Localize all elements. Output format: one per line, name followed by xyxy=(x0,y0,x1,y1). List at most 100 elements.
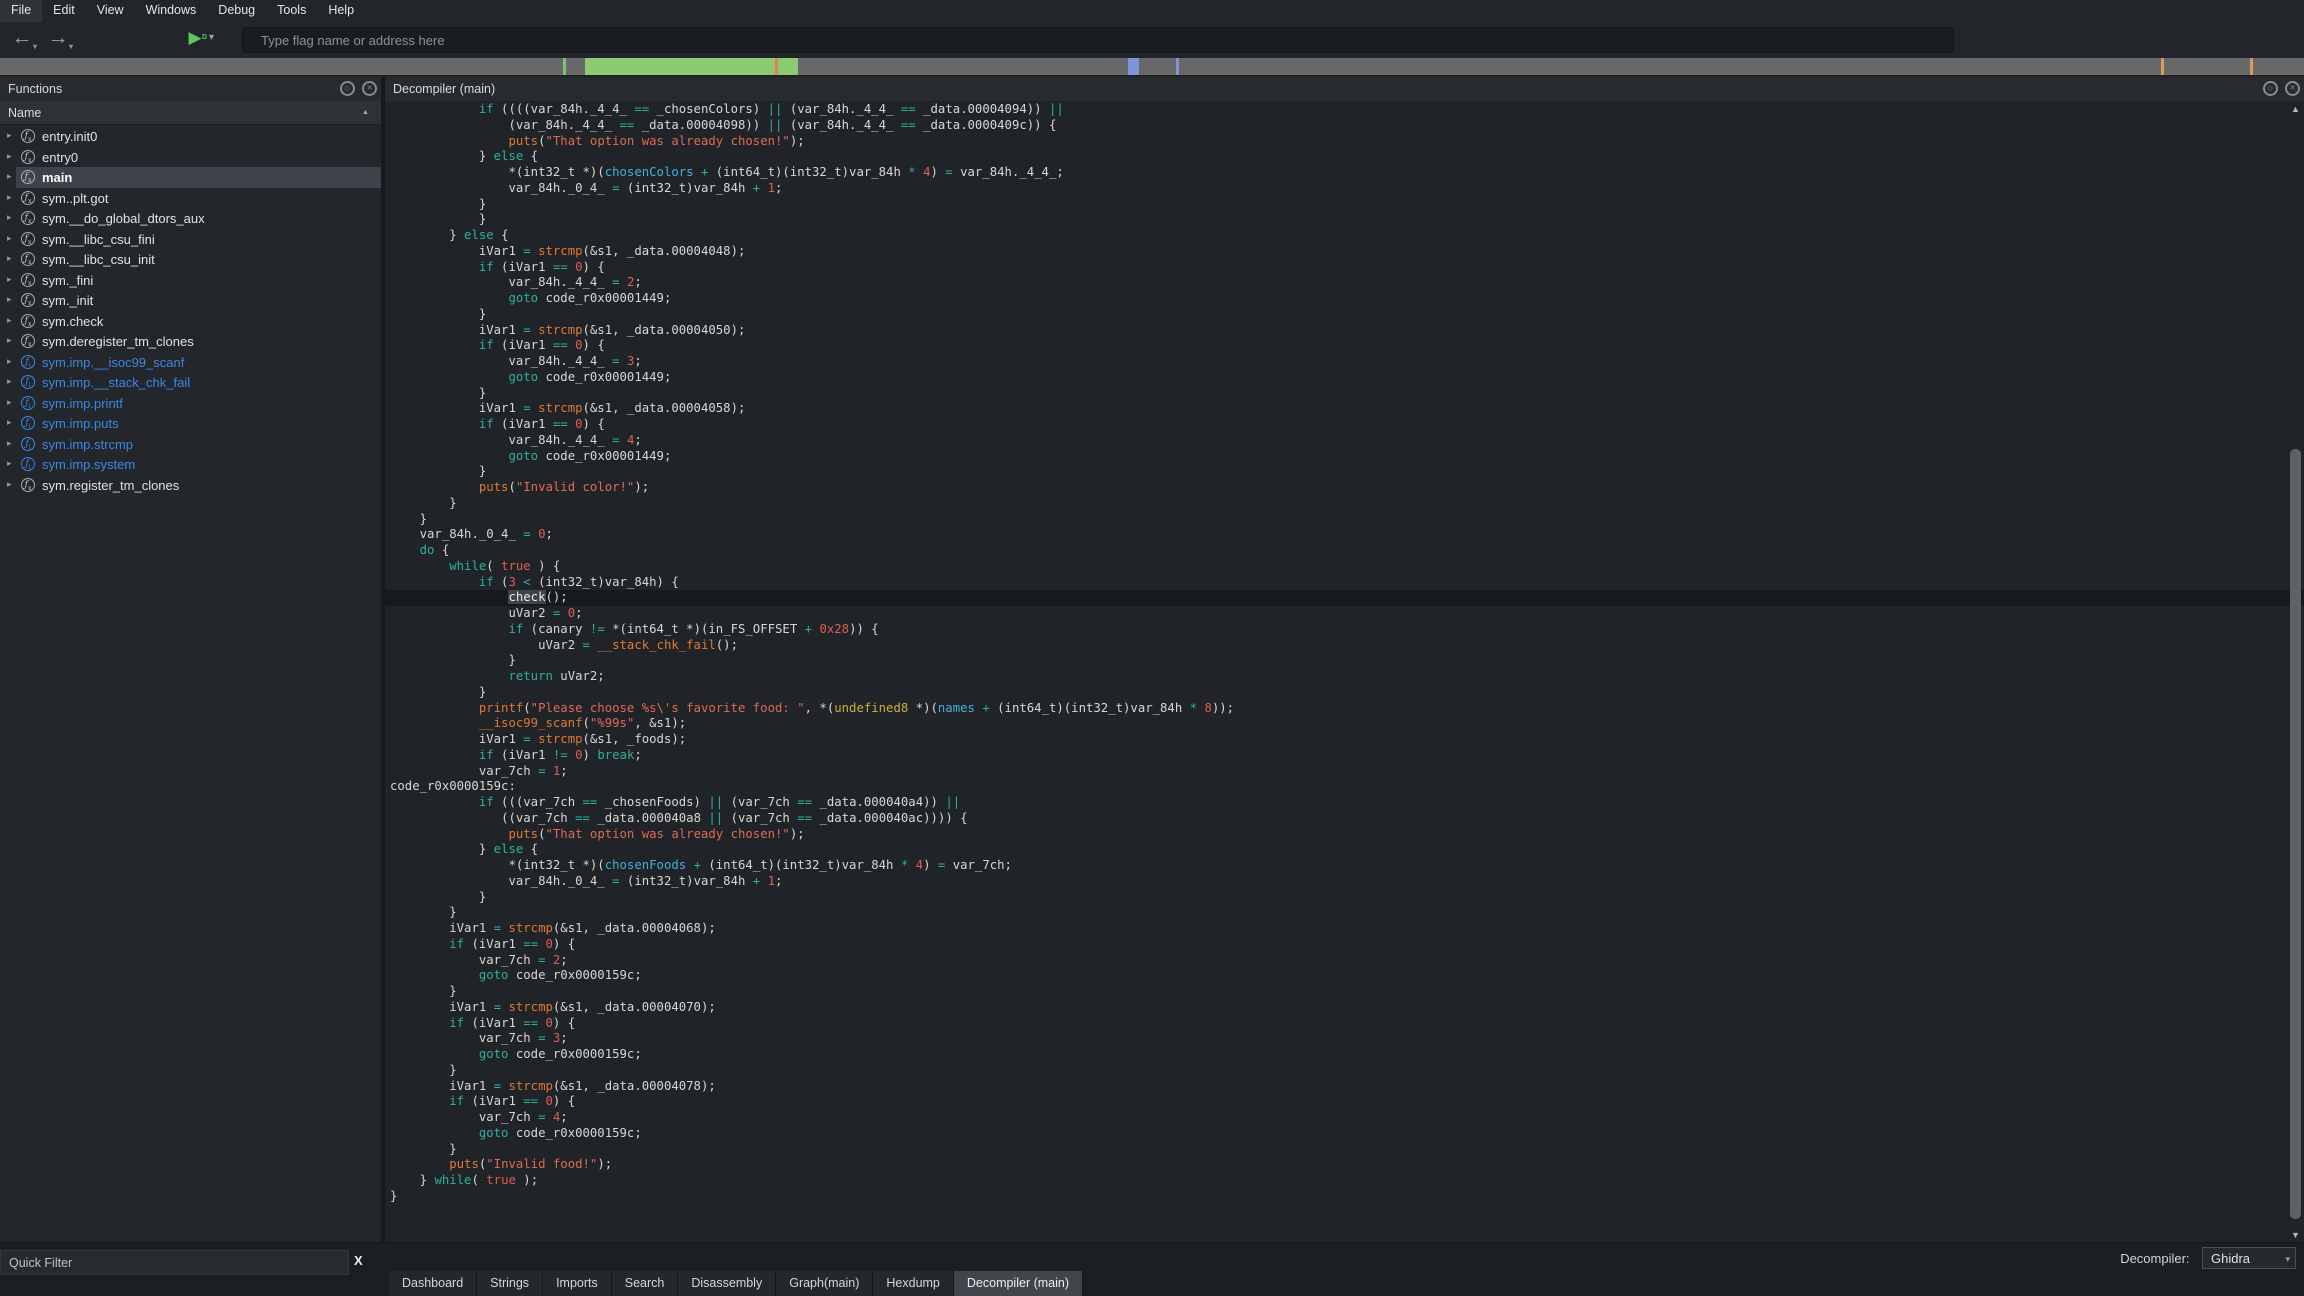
function-list-item[interactable]: ▸ ƒi sym.imp.__stack_chk_fail xyxy=(0,372,381,393)
code-line[interactable]: iVar1 = strcmp(&s1, _data.00004070); xyxy=(385,1000,2304,1016)
code-line[interactable]: uVar2 = 0; xyxy=(385,606,2304,622)
code-line[interactable]: } xyxy=(385,464,2304,480)
expand-arrow-icon[interactable]: ▸ xyxy=(7,294,12,305)
flag-address-input[interactable] xyxy=(242,27,1954,53)
expand-arrow-icon[interactable]: ▸ xyxy=(7,315,12,326)
function-list-item[interactable]: ▸ ƒx sym.__do_global_dtors_aux xyxy=(0,208,381,229)
code-line[interactable]: iVar1 = strcmp(&s1, _data.00004068); xyxy=(385,921,2304,937)
forward-button[interactable]: → ▾ xyxy=(44,24,74,52)
code-line[interactable]: } xyxy=(385,307,2304,323)
expand-arrow-icon[interactable]: ▸ xyxy=(7,212,12,223)
tab-decompiler-main-[interactable]: Decompiler (main) xyxy=(953,1271,1083,1296)
close-panel-icon[interactable]: ✕ xyxy=(2285,81,2300,96)
function-list-item[interactable]: ▸ ƒi sym.imp.puts xyxy=(0,413,381,434)
expand-arrow-icon[interactable]: ▸ xyxy=(7,233,12,244)
code-line[interactable]: var_7ch = 4; xyxy=(385,1110,2304,1126)
expand-arrow-icon[interactable]: ▸ xyxy=(7,376,12,387)
tab-hexdump[interactable]: Hexdump xyxy=(873,1271,954,1296)
code-line[interactable]: iVar1 = strcmp(&s1, _data.00004058); xyxy=(385,401,2304,417)
code-line[interactable]: } xyxy=(385,1063,2304,1079)
menu-item-view[interactable]: View xyxy=(86,0,135,22)
expand-arrow-icon[interactable]: ▸ xyxy=(7,335,12,346)
function-list-item[interactable]: ▸ ƒi sym.imp.printf xyxy=(0,393,381,414)
function-list-item[interactable]: ▸ ƒx sym..plt.got xyxy=(0,188,381,209)
code-line[interactable]: var_7ch = 1; xyxy=(385,764,2304,780)
expand-arrow-icon[interactable]: ▸ xyxy=(7,171,12,182)
code-line[interactable]: do { xyxy=(385,543,2304,559)
code-line[interactable]: } xyxy=(385,496,2304,512)
function-list-item[interactable]: ▸ ƒx sym.check xyxy=(0,311,381,332)
code-line[interactable]: goto code_r0x0000159c; xyxy=(385,1126,2304,1142)
code-line[interactable]: iVar1 = strcmp(&s1, _data.00004048); xyxy=(385,244,2304,260)
code-line[interactable]: if (iVar1 == 0) { xyxy=(385,417,2304,433)
code-line[interactable]: if (iVar1 == 0) { xyxy=(385,937,2304,953)
code-line[interactable]: ((var_7ch == _data.000040a8 || (var_7ch … xyxy=(385,811,2304,827)
menu-item-windows[interactable]: Windows xyxy=(135,0,208,22)
decompiler-select[interactable]: Ghidra ▾ xyxy=(2202,1247,2296,1269)
code-line[interactable]: } xyxy=(385,386,2304,402)
code-line[interactable]: } xyxy=(385,890,2304,906)
code-line[interactable]: if (iVar1 == 0) { xyxy=(385,338,2304,354)
code-line[interactable]: if (3 < (int32_t)var_84h) { xyxy=(385,575,2304,591)
code-line[interactable]: } else { xyxy=(385,228,2304,244)
scroll-up-icon[interactable]: ▲ xyxy=(2288,102,2303,116)
function-list-item[interactable]: ▸ ƒx entry0 xyxy=(0,147,381,168)
expand-arrow-icon[interactable]: ▸ xyxy=(7,274,12,285)
expand-arrow-icon[interactable]: ▸ xyxy=(7,253,12,264)
function-list-item[interactable]: ▸ ƒx sym._init xyxy=(0,290,381,311)
quick-filter-input[interactable] xyxy=(0,1250,349,1275)
code-line[interactable]: var_84h._4_4_ = 3; xyxy=(385,354,2304,370)
code-line[interactable]: if ((((var_84h._4_4_ == _chosenColors) |… xyxy=(385,102,2304,118)
code-line[interactable]: } else { xyxy=(385,842,2304,858)
function-list-item[interactable]: ▸ ƒx sym.deregister_tm_clones xyxy=(0,331,381,352)
code-line[interactable]: uVar2 = __stack_chk_fail(); xyxy=(385,638,2304,654)
function-list-item[interactable]: ▸ ƒx sym.register_tm_clones xyxy=(0,475,381,496)
code-line[interactable]: } xyxy=(385,1189,2304,1205)
close-panel-icon[interactable]: ✕ xyxy=(362,81,377,96)
code-line[interactable]: var_84h._4_4_ = 4; xyxy=(385,433,2304,449)
memory-overview-bar[interactable] xyxy=(0,58,2304,75)
back-button[interactable]: ← ▾ xyxy=(8,24,38,52)
code-line[interactable]: } xyxy=(385,512,2304,528)
expand-arrow-icon[interactable]: ▸ xyxy=(7,356,12,367)
menu-item-help[interactable]: Help xyxy=(317,0,365,22)
code-line[interactable]: code_r0x0000159c: xyxy=(385,779,2304,795)
functions-name-column-header[interactable]: Name ▲ xyxy=(0,101,381,125)
function-list-item[interactable]: ▸ ƒi sym.imp.system xyxy=(0,454,381,475)
code-line[interactable]: } else { xyxy=(385,149,2304,165)
code-line[interactable]: iVar1 = strcmp(&s1, _data.00004050); xyxy=(385,323,2304,339)
expand-arrow-icon[interactable]: ▸ xyxy=(7,479,12,490)
code-line[interactable]: return uVar2; xyxy=(385,669,2304,685)
clear-filter-button[interactable]: X xyxy=(354,1253,363,1268)
code-line[interactable]: if (iVar1 != 0) break; xyxy=(385,748,2304,764)
undock-panel-icon[interactable]: ◇ xyxy=(339,81,355,96)
function-list-item[interactable]: ▸ ƒi sym.imp.__isoc99_scanf xyxy=(0,352,381,373)
function-list-item[interactable]: ▸ ƒx sym.__libc_csu_init xyxy=(0,249,381,270)
code-line[interactable]: *(int32_t *)(chosenColors + (int64_t)(in… xyxy=(385,165,2304,181)
vertical-scrollbar[interactable]: ▲ ▼ xyxy=(2288,102,2303,1242)
tab-dashboard[interactable]: Dashboard xyxy=(389,1271,478,1296)
code-line[interactable]: var_84h._0_4_ = (int32_t)var_84h + 1; xyxy=(385,874,2304,890)
code-line[interactable]: printf("Please choose %s\'s favorite foo… xyxy=(385,701,2304,717)
tab-disassembly[interactable]: Disassembly xyxy=(678,1271,777,1296)
tab-search[interactable]: Search xyxy=(611,1271,679,1296)
code-line[interactable]: } xyxy=(385,905,2304,921)
menu-item-debug[interactable]: Debug xyxy=(207,0,266,22)
expand-arrow-icon[interactable]: ▸ xyxy=(7,151,12,162)
code-line[interactable]: var_84h._4_4_ = 2; xyxy=(385,275,2304,291)
code-line[interactable]: } xyxy=(385,984,2304,1000)
code-line[interactable]: puts("That option was already chosen!"); xyxy=(385,827,2304,843)
code-line[interactable]: if (iVar1 == 0) { xyxy=(385,1094,2304,1110)
code-line[interactable]: var_84h._0_4_ = (int32_t)var_84h + 1; xyxy=(385,181,2304,197)
expand-arrow-icon[interactable]: ▸ xyxy=(7,192,12,203)
function-list-item[interactable]: ▸ ƒx sym._fini xyxy=(0,270,381,291)
scrollbar-thumb[interactable] xyxy=(2290,449,2301,1219)
code-line[interactable]: } xyxy=(385,197,2304,213)
function-list-item[interactable]: ▸ ƒi sym.imp.strcmp xyxy=(0,434,381,455)
scroll-down-icon[interactable]: ▼ xyxy=(2288,1228,2303,1242)
code-line[interactable]: var_84h._0_4_ = 0; xyxy=(385,527,2304,543)
code-line[interactable]: (var_84h._4_4_ == _data.00004098)) || (v… xyxy=(385,118,2304,134)
code-line[interactable]: if (((var_7ch == _chosenFoods) || (var_7… xyxy=(385,795,2304,811)
tab-imports[interactable]: Imports xyxy=(543,1271,612,1296)
code-line[interactable]: } xyxy=(385,212,2304,228)
